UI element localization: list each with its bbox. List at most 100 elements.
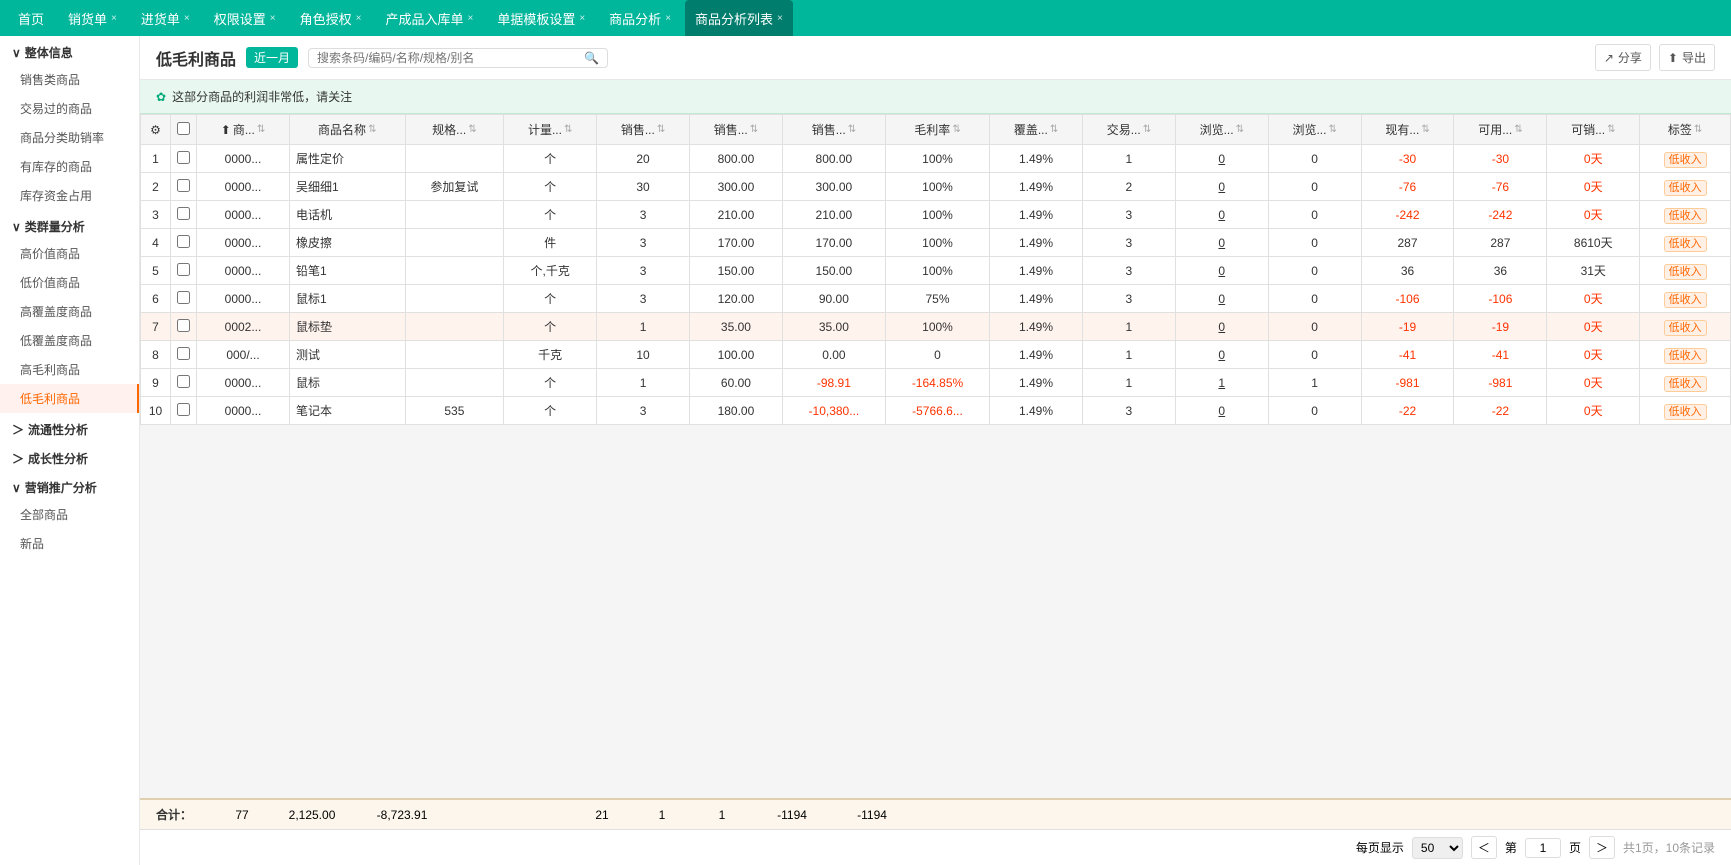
row-view1[interactable]: 0 [1175,257,1268,285]
chevron-right-icon: ＞ [12,421,24,438]
nav-sales[interactable]: 销货单 × [58,0,127,36]
row-name[interactable]: 属性定价 [289,145,405,173]
sidebar-group-flow[interactable]: ＞ 流通性分析 [0,413,139,442]
sidebar-item-new-goods[interactable]: 新品 [0,529,139,558]
row-checkbox[interactable] [171,341,197,369]
nav-product-entry[interactable]: 产成品入库单 × [375,0,483,36]
close-icon[interactable]: × [270,13,276,24]
close-icon[interactable]: × [665,13,671,24]
sidebar-group-overall[interactable]: ∨ 整体信息 [0,36,139,65]
nav-goods-list[interactable]: 商品分析列表 × [685,0,793,36]
share-button[interactable]: ↗ 分享 [1595,44,1651,71]
nav-purchase[interactable]: 进货单 × [131,0,200,36]
row-view1[interactable]: 1 [1175,369,1268,397]
row-checkbox[interactable] [171,201,197,229]
search-icon[interactable]: 🔍 [584,51,599,65]
per-page-select[interactable]: 50 100 200 [1412,837,1463,859]
row-name[interactable]: 笔记本 [289,397,405,425]
row-name[interactable]: 电话机 [289,201,405,229]
sort-icon[interactable]: ⇅ [257,124,265,135]
nav-home[interactable]: 首页 [8,0,54,36]
nav-roles[interactable]: 角色授权 × [290,0,372,36]
close-icon[interactable]: × [184,13,190,24]
close-icon[interactable]: × [579,13,585,24]
row-checkbox[interactable] [171,229,197,257]
sidebar-item-low-coverage[interactable]: 低覆盖度商品 [0,326,139,355]
prev-page-button[interactable]: ＜ [1471,836,1497,859]
row-view1[interactable]: 0 [1175,285,1268,313]
sidebar-item-traded-goods[interactable]: 交易过的商品 [0,94,139,123]
col-checkbox[interactable] [171,115,197,145]
search-input[interactable] [317,51,580,65]
row-name[interactable]: 橡皮擦 [289,229,405,257]
row-available: -30 [1454,145,1547,173]
row-view1[interactable]: 0 [1175,313,1268,341]
row-view1[interactable]: 0 [1175,145,1268,173]
next-page-button[interactable]: ＞ [1589,836,1615,859]
select-all-checkbox[interactable] [177,122,190,135]
col-name: 商品名称⇅ [289,115,405,145]
row-name[interactable]: 鼠标垫 [289,313,405,341]
col-settings[interactable]: ⚙ [141,115,171,145]
sidebar-item-stock-capital[interactable]: 库存资金占用 [0,181,139,210]
row-name[interactable]: 鼠标 [289,369,405,397]
row-name[interactable]: 鼠标1 [289,285,405,313]
sidebar-group-marketing[interactable]: ∨ 营销推广分析 [0,471,139,500]
nav-template[interactable]: 单据模板设置 × [487,0,595,36]
sort-icon[interactable]: ⇅ [468,124,476,135]
row-view1[interactable]: 0 [1175,173,1268,201]
sidebar-item-high-coverage[interactable]: 高覆盖度商品 [0,297,139,326]
sidebar-item-sales-goods[interactable]: 销售类商品 [0,65,139,94]
sort-icon[interactable]: ⇅ [1694,124,1702,135]
sidebar-item-low-value[interactable]: 低价值商品 [0,268,139,297]
row-checkbox[interactable] [171,285,197,313]
row-name[interactable]: 测试 [289,341,405,369]
sidebar-item-category-rate[interactable]: 商品分类助销率 [0,123,139,152]
close-icon[interactable]: × [467,13,473,24]
row-name[interactable]: 吴细细1 [289,173,405,201]
row-checkbox[interactable] [171,145,197,173]
sidebar-item-high-value[interactable]: 高价值商品 [0,239,139,268]
sort-icon[interactable]: ⇅ [750,124,758,135]
row-checkbox[interactable] [171,173,197,201]
row-sales-price: 800.00 [689,145,782,173]
row-checkbox[interactable] [171,257,197,285]
sort-icon[interactable]: ⇅ [1050,124,1058,135]
row-view1[interactable]: 0 [1175,201,1268,229]
sort-icon[interactable]: ⇅ [1143,124,1151,135]
sort-icon[interactable]: ⇅ [1236,124,1244,135]
sidebar-item-low-margin[interactable]: 低毛利商品 [0,384,139,413]
export-button[interactable]: ⬆ 导出 [1659,44,1715,71]
sidebar-item-high-margin[interactable]: 高毛利商品 [0,355,139,384]
sidebar-group-cluster[interactable]: ∨ 类群量分析 [0,210,139,239]
sort-icon[interactable]: ⇅ [1607,124,1615,135]
sort-icon[interactable]: ⇅ [368,124,376,135]
nav-goods-analysis[interactable]: 商品分析 × [599,0,681,36]
table-header-row: ⚙ ⬆商...⇅ 商品名称⇅ 规格...⇅ 计量...⇅ 销售...⇅ 销售..… [141,115,1731,145]
nav-permissions[interactable]: 权限设置 × [204,0,286,36]
sort-icon[interactable]: ⇅ [1514,124,1522,135]
row-view1[interactable]: 0 [1175,229,1268,257]
sort-icon[interactable]: ⇅ [657,124,665,135]
close-icon[interactable]: × [777,13,783,24]
sort-icon[interactable]: ⇅ [848,124,856,135]
sort-icon[interactable]: ⇅ [564,124,572,135]
col-code: ⬆商...⇅ [197,115,290,145]
sidebar-item-all-goods[interactable]: 全部商品 [0,500,139,529]
sidebar-item-stocked-goods[interactable]: 有库存的商品 [0,152,139,181]
search-box[interactable]: 🔍 [308,48,608,68]
close-icon[interactable]: × [356,13,362,24]
row-name[interactable]: 铅笔1 [289,257,405,285]
sort-icon[interactable]: ⇅ [1328,124,1336,135]
page-input[interactable] [1525,838,1561,858]
sidebar-group-growth[interactable]: ＞ 成长性分析 [0,442,139,471]
filter-tag-button[interactable]: 近一月 [246,47,298,68]
row-checkbox[interactable] [171,397,197,425]
sort-icon[interactable]: ⇅ [952,124,960,135]
row-checkbox[interactable] [171,313,197,341]
row-view1[interactable]: 0 [1175,341,1268,369]
close-icon[interactable]: × [111,13,117,24]
sort-icon[interactable]: ⇅ [1421,124,1429,135]
row-checkbox[interactable] [171,369,197,397]
row-view1[interactable]: 0 [1175,397,1268,425]
